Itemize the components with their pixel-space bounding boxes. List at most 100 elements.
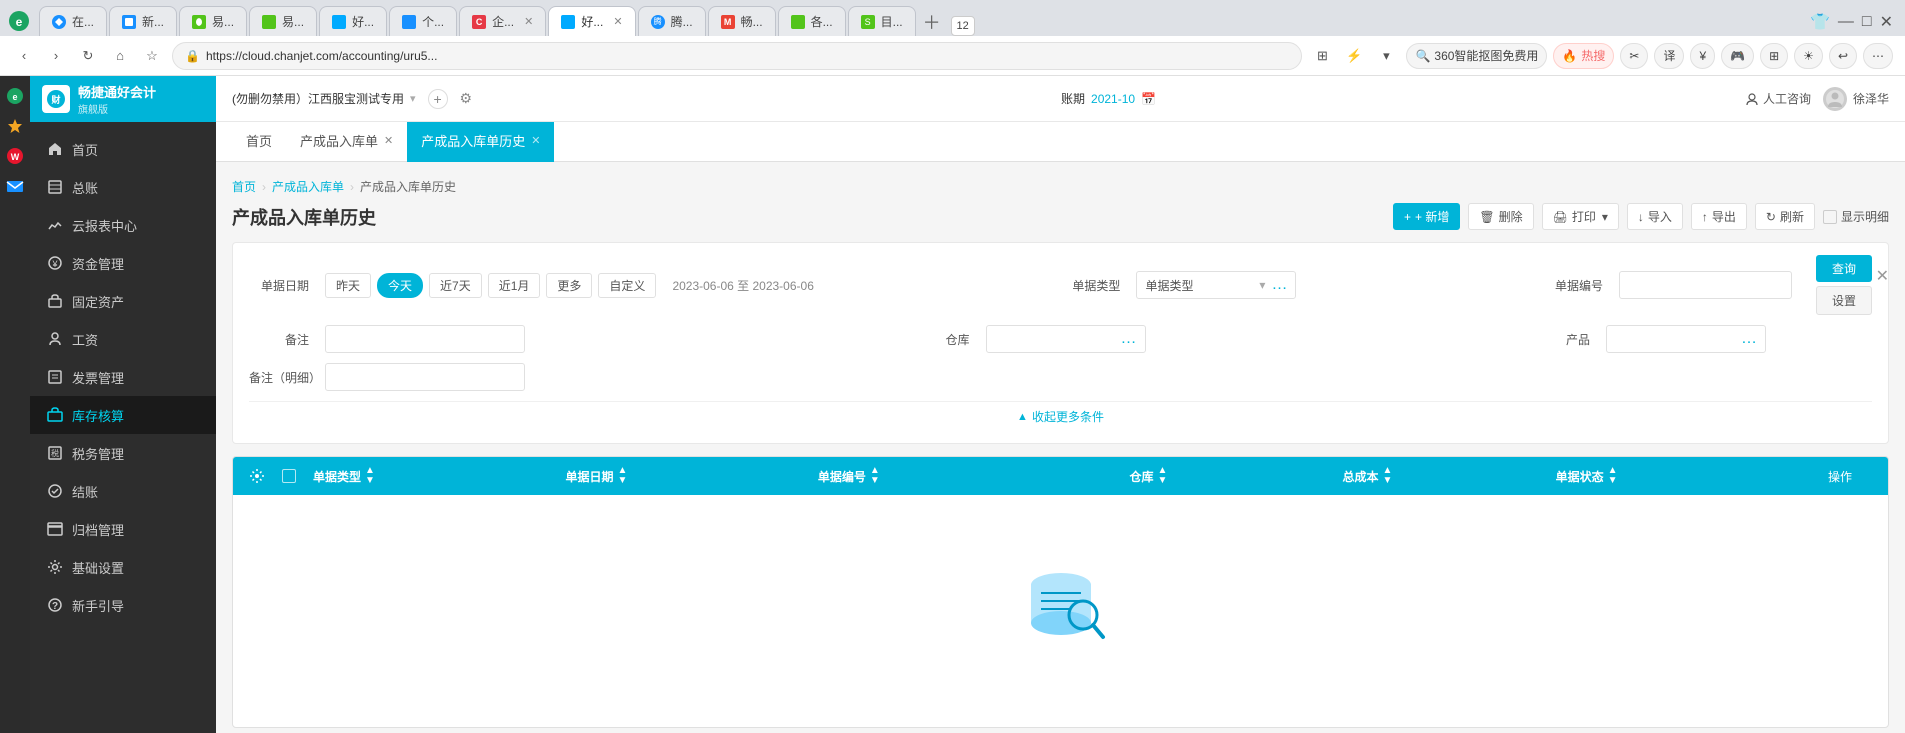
- yuan-btn[interactable]: ¥: [1690, 43, 1715, 69]
- tab-close-8[interactable]: ✕: [613, 15, 622, 28]
- tab-5[interactable]: 好...: [319, 6, 387, 36]
- sidebar-item-settings[interactable]: 基础设置: [30, 548, 216, 586]
- tab-12[interactable]: S 目...: [848, 6, 916, 36]
- type-filter-select[interactable]: 单据类型 ▾ …: [1136, 271, 1296, 299]
- product-dots[interactable]: …: [1741, 330, 1757, 348]
- dropdown-btn[interactable]: ▾: [1374, 44, 1398, 68]
- lightning-btn[interactable]: ⚡: [1342, 44, 1366, 68]
- search-360-btn[interactable]: 🔍 360智能抠图免费用: [1406, 43, 1547, 69]
- th-cost[interactable]: 总成本 ▲▼: [1335, 466, 1548, 486]
- icon-sidebar-chanjet[interactable]: e: [3, 84, 27, 108]
- sidebar-item-report[interactable]: 云报表中心: [30, 206, 216, 244]
- company-settings-btn[interactable]: ⚙: [460, 90, 473, 107]
- scissors-btn[interactable]: ✂: [1620, 43, 1648, 69]
- sidebar-item-asset[interactable]: 固定资产: [30, 282, 216, 320]
- note-filter-input[interactable]: [325, 325, 525, 353]
- show-detail-checkbox[interactable]: [1823, 210, 1837, 224]
- win-shirt-icon[interactable]: 👕: [1810, 12, 1830, 32]
- sidebar-item-finance[interactable]: ¥ 资金管理: [30, 244, 216, 282]
- th-warehouse[interactable]: 仓库 ▲▼: [1121, 466, 1334, 486]
- sidebar-item-salary[interactable]: 工资: [30, 320, 216, 358]
- sidebar-item-checkout[interactable]: 结账: [30, 472, 216, 510]
- import-btn[interactable]: ↓ 导入: [1627, 203, 1683, 230]
- th-type[interactable]: 单据类型 ▲▼: [305, 466, 557, 486]
- back-btn[interactable]: ‹: [12, 44, 36, 68]
- tab-11[interactable]: 各...: [778, 6, 846, 36]
- add-btn[interactable]: + + 新增: [1393, 203, 1460, 230]
- page-tab-list[interactable]: 产成品入库单 ✕: [286, 122, 407, 162]
- tab-3[interactable]: 易...: [179, 6, 247, 36]
- tab-9[interactable]: 腾 腾...: [638, 6, 706, 36]
- table-select-all[interactable]: [273, 469, 305, 483]
- no-filter-input[interactable]: [1619, 271, 1792, 299]
- date-custom[interactable]: 自定义: [598, 273, 656, 298]
- consulting-btn[interactable]: 人工咨询: [1745, 90, 1811, 107]
- page-tab-list-close[interactable]: ✕: [384, 134, 393, 147]
- breadcrumb-home[interactable]: 首页: [232, 178, 256, 195]
- warehouse-filter-select[interactable]: …: [986, 325, 1146, 353]
- user-avatar[interactable]: 徐泽华: [1823, 87, 1889, 111]
- date-more[interactable]: 更多: [546, 273, 592, 298]
- tab-7[interactable]: C 企... ✕: [459, 6, 546, 36]
- setting-btn[interactable]: 设置: [1816, 286, 1872, 315]
- tab-close-7[interactable]: ✕: [524, 15, 533, 28]
- refresh-toolbar-btn[interactable]: ↻ 刷新: [1755, 203, 1815, 230]
- date-1month[interactable]: 近1月: [488, 273, 541, 298]
- th-no[interactable]: 单据编号 ▲▼: [810, 466, 1122, 486]
- address-bar[interactable]: 🔒 https://cloud.chanjet.com/accounting/u…: [172, 42, 1302, 70]
- translate-btn[interactable]: 译: [1654, 43, 1684, 69]
- undo-btn[interactable]: ↩: [1829, 43, 1857, 69]
- date-yesterday[interactable]: 昨天: [325, 273, 371, 298]
- sidebar-header[interactable]: 财 畅捷通好会计 旗舰版: [30, 76, 216, 122]
- page-tab-history-close[interactable]: ✕: [531, 134, 540, 147]
- query-btn[interactable]: 查询: [1816, 255, 1872, 282]
- theme-btn[interactable]: ☀: [1794, 43, 1823, 69]
- calendar-icon[interactable]: 📅: [1141, 92, 1156, 106]
- tab-4[interactable]: 易...: [249, 6, 317, 36]
- sidebar-item-tax[interactable]: 税 税务管理: [30, 434, 216, 472]
- icon-sidebar-weibo[interactable]: W: [3, 144, 27, 168]
- tab-10[interactable]: M 畅...: [708, 6, 776, 36]
- icon-sidebar-star[interactable]: [3, 114, 27, 138]
- icon-sidebar-mail[interactable]: [3, 174, 27, 198]
- forward-btn[interactable]: ›: [44, 44, 68, 68]
- new-tab-btn[interactable]: ＋: [918, 8, 946, 36]
- win-maximize[interactable]: □: [1862, 13, 1872, 31]
- show-detail-toggle[interactable]: 显示明细: [1823, 208, 1889, 225]
- home-btn[interactable]: ⌂: [108, 44, 132, 68]
- win-minimize[interactable]: —: [1838, 13, 1854, 31]
- tab-2[interactable]: 新...: [109, 6, 177, 36]
- collapse-btn[interactable]: ▲ 收起更多条件: [249, 401, 1872, 431]
- more-btn[interactable]: ⋯: [1863, 43, 1893, 69]
- date-7days[interactable]: 近7天: [429, 273, 482, 298]
- th-date[interactable]: 单据日期 ▲▼: [557, 466, 809, 486]
- type-dots[interactable]: …: [1271, 276, 1287, 294]
- page-tab-home[interactable]: 首页: [232, 122, 286, 162]
- page-tab-history[interactable]: 产成品入库单历史 ✕: [407, 122, 554, 162]
- browser-logo[interactable]: e: [8, 10, 30, 32]
- sidebar-item-inventory[interactable]: 库存核算: [30, 396, 216, 434]
- tab-in-progress[interactable]: 在...: [39, 6, 107, 36]
- company-selector[interactable]: (勿删勿禁用）江西服宝测试专用 ▾: [232, 90, 416, 107]
- product-filter-select[interactable]: …: [1606, 325, 1766, 353]
- game-btn[interactable]: 🎮: [1721, 43, 1754, 69]
- win-close[interactable]: ✕: [1880, 12, 1893, 32]
- warehouse-dots[interactable]: …: [1121, 330, 1137, 348]
- sidebar-item-invoice[interactable]: 发票管理: [30, 358, 216, 396]
- sidebar-item-archive[interactable]: 归档管理: [30, 510, 216, 548]
- sidebar-item-home[interactable]: 首页: [30, 130, 216, 168]
- print-btn[interactable]: 🖨 打印: [1542, 203, 1619, 230]
- breadcrumb-list[interactable]: 产成品入库单: [272, 178, 344, 195]
- grid-menu-btn[interactable]: ⊞: [1310, 44, 1334, 68]
- tab-8-active[interactable]: 好... ✕: [548, 6, 635, 36]
- sidebar-item-ledger[interactable]: 总账: [30, 168, 216, 206]
- hot-search-btn[interactable]: 🔥 热搜: [1553, 43, 1614, 69]
- export-btn[interactable]: ↑ 导出: [1691, 203, 1747, 230]
- refresh-btn[interactable]: ↻: [76, 44, 100, 68]
- panel-close-btn[interactable]: ✕: [1876, 266, 1889, 286]
- delete-btn[interactable]: 🗑 删除: [1468, 203, 1533, 230]
- apps-btn[interactable]: ⊞: [1760, 43, 1788, 69]
- note-detail-input[interactable]: [325, 363, 525, 391]
- tab-6[interactable]: 个...: [389, 6, 457, 36]
- add-company-btn[interactable]: +: [428, 89, 448, 109]
